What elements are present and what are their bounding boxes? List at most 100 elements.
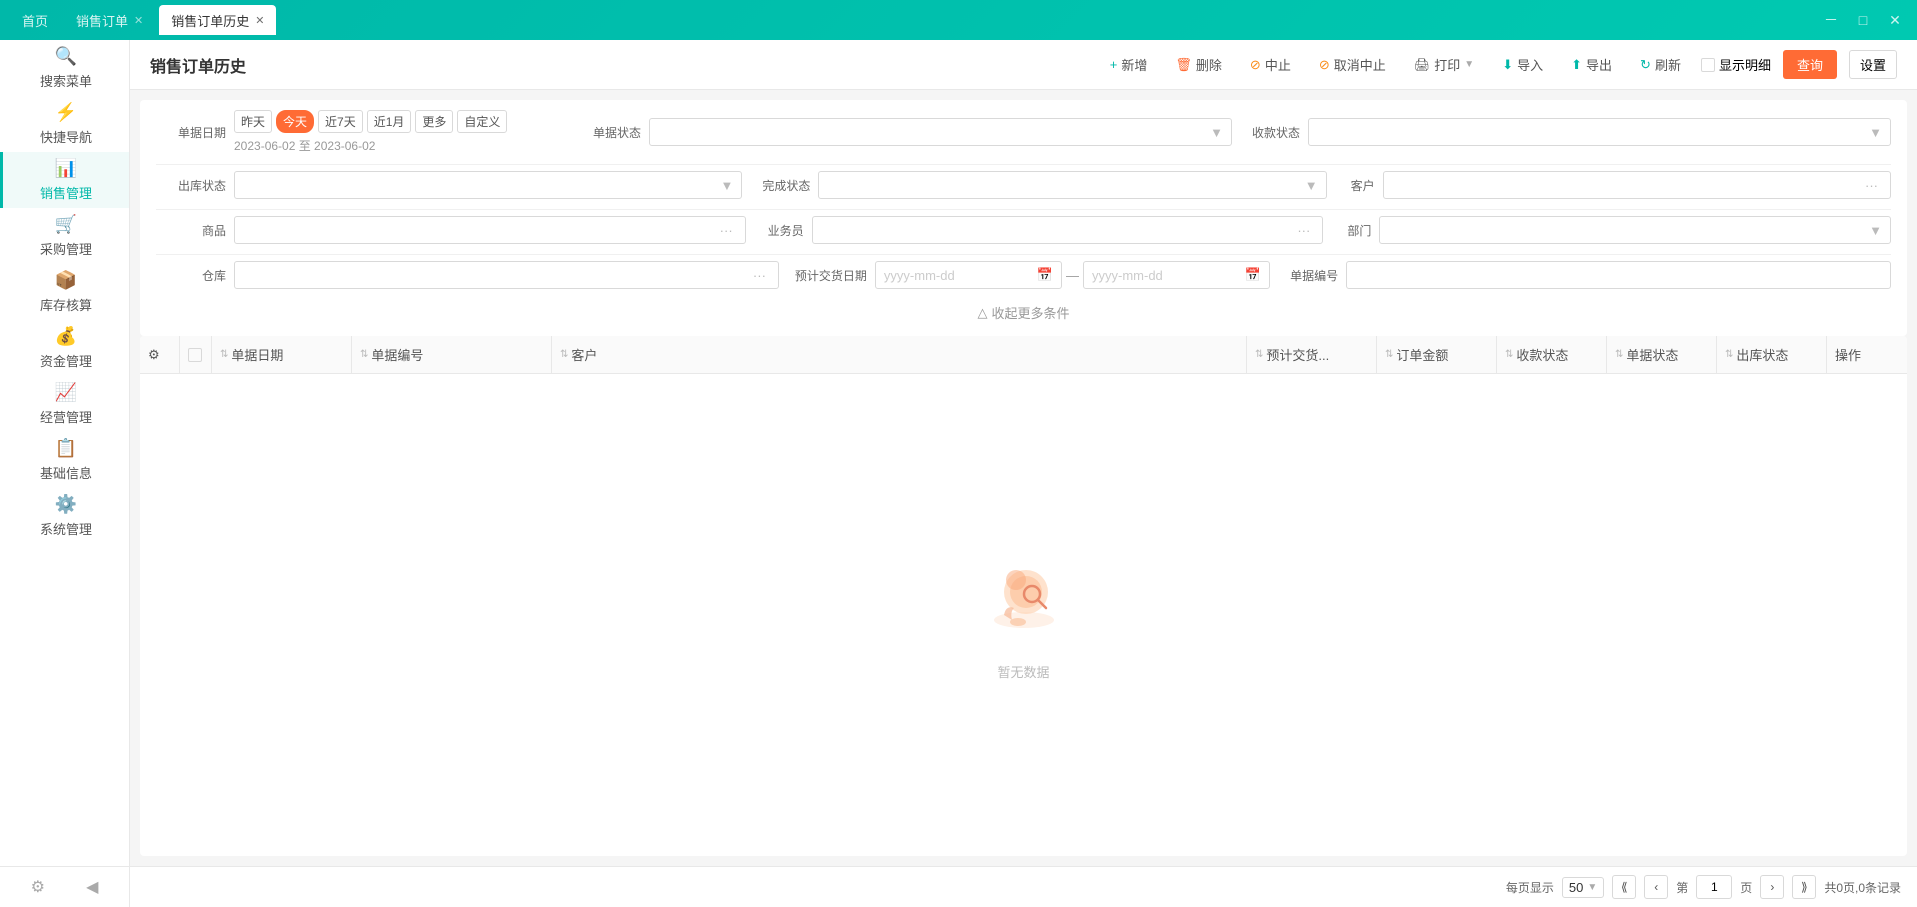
date-start-calendar-icon[interactable]: 📅 <box>1037 267 1053 283</box>
sidebar-settings-icon[interactable]: ⚙ <box>31 877 45 897</box>
th-checkbox[interactable] <box>180 336 212 373</box>
sidebar-item-purchase[interactable]: 🛒 采购管理 <box>0 208 129 264</box>
import-button[interactable]: ⬇ 导入 <box>1494 51 1551 78</box>
bill-number-label: 单据编号 <box>1278 267 1338 284</box>
warehouse-input[interactable]: ··· <box>234 261 779 289</box>
export-button[interactable]: ⬆ 导出 <box>1563 51 1620 78</box>
sort-customer-icon[interactable]: ⇅ <box>560 349 568 360</box>
table-area: ⚙ ⇅ 单据日期 ⇅ 单据编号 ⇅ 客户 ⇅ <box>140 336 1907 856</box>
filter-row-4: 仓库 ··· 预计交货日期 yyyy-mm-dd 📅 — yyyy-mm-dd … <box>156 261 1891 289</box>
page-number-input[interactable] <box>1696 875 1732 899</box>
filter-row-2: 出库状态 ▼ 完成状态 ▼ 客户 ··· <box>156 171 1891 199</box>
sidebar-item-inventory[interactable]: 📦 库存核算 <box>0 264 129 320</box>
expected-date-start-input[interactable]: yyyy-mm-dd 📅 <box>875 261 1062 289</box>
bill-number-input[interactable] <box>1346 261 1891 289</box>
warehouse-dots-icon[interactable]: ··· <box>749 268 770 283</box>
sort-date-icon[interactable]: ⇅ <box>220 349 228 360</box>
page-size-select[interactable]: 50 ▼ <box>1562 877 1604 898</box>
th-settings[interactable]: ⚙ <box>140 336 180 373</box>
delete-button[interactable]: 🗑 删除 <box>1167 51 1230 78</box>
page-title: 销售订单历史 <box>150 53 246 77</box>
product-dots-icon[interactable]: ··· <box>716 223 737 238</box>
display-detail-checkbox[interactable]: 显示明细 <box>1701 55 1771 74</box>
sidebar-bottom: ⚙ ◀ <box>0 866 129 907</box>
sidebar-item-search[interactable]: 🔍 搜索菜单 <box>0 40 129 96</box>
search-menu-icon: 🔍 <box>55 46 77 67</box>
salesperson-input[interactable]: ··· <box>812 216 1324 244</box>
date-7days-btn[interactable]: 近7天 <box>318 110 363 133</box>
filter-area: 单据日期 昨天 今天 近7天 近1月 更多 自定义 2023-06-02 至 2… <box>140 100 1907 336</box>
refresh-icon: ↻ <box>1640 57 1651 73</box>
complete-status-input[interactable]: ▼ <box>818 171 1326 199</box>
expected-date-group: yyyy-mm-dd 📅 — yyyy-mm-dd 📅 <box>875 261 1270 289</box>
sidebar-item-system[interactable]: ⚙️ 系统管理 <box>0 488 129 544</box>
tab-sales-order-history[interactable]: 销售订单历史 ✕ <box>159 5 276 35</box>
date-1month-btn[interactable]: 近1月 <box>367 110 412 133</box>
system-icon: ⚙️ <box>55 494 77 515</box>
first-page-button[interactable]: ⟪ <box>1612 875 1636 899</box>
select-all-checkbox[interactable] <box>188 348 202 362</box>
checkbox-icon <box>1701 58 1715 72</box>
cancel-stop-button[interactable]: ⊘ 取消中止 <box>1311 51 1394 78</box>
settings-button[interactable]: 设置 <box>1849 50 1897 79</box>
query-button[interactable]: 查询 <box>1783 50 1837 79</box>
payment-status-input[interactable]: ▼ <box>1308 118 1891 146</box>
new-button[interactable]: + 新增 <box>1102 51 1156 78</box>
sort-warehouse-icon[interactable]: ⇅ <box>1725 349 1733 360</box>
product-input[interactable]: ··· <box>234 216 746 244</box>
department-label: 部门 <box>1331 222 1371 239</box>
next-page-button[interactable]: › <box>1760 875 1784 899</box>
warehouse-label: 仓库 <box>156 267 226 284</box>
refresh-button[interactable]: ↻ 刷新 <box>1632 51 1689 78</box>
quick-nav-icon: ⚡ <box>55 102 77 123</box>
close-button[interactable]: ✕ <box>1883 8 1907 32</box>
print-arrow-icon: ▼ <box>1464 59 1474 70</box>
close-tab-history[interactable]: ✕ <box>255 14 264 27</box>
last-page-button[interactable]: ⟫ <box>1792 875 1816 899</box>
bill-status-input[interactable]: ▼ <box>649 118 1232 146</box>
date-yesterday-btn[interactable]: 昨天 <box>234 110 272 133</box>
sidebar-item-sales[interactable]: 📊 销售管理 <box>0 152 129 208</box>
sort-billno-icon[interactable]: ⇅ <box>360 349 368 360</box>
print-icon: 🖨 <box>1414 57 1431 73</box>
warehouse-status-input[interactable]: ▼ <box>234 171 742 199</box>
expected-date-end-input[interactable]: yyyy-mm-dd 📅 <box>1083 261 1270 289</box>
sort-amount-icon[interactable]: ⇅ <box>1385 349 1393 360</box>
date-today-btn[interactable]: 今天 <box>276 110 314 133</box>
page-size-arrow: ▼ <box>1587 882 1597 893</box>
salesperson-dots-icon[interactable]: ··· <box>1293 223 1314 238</box>
department-input[interactable]: ▼ <box>1379 216 1891 244</box>
date-end-calendar-icon[interactable]: 📅 <box>1245 267 1261 283</box>
empty-text: 暂无数据 <box>997 662 1049 681</box>
sidebar-item-finance[interactable]: 💰 资金管理 <box>0 320 129 376</box>
complete-status-arrow: ▼ <box>1305 178 1318 193</box>
customer-input[interactable]: ··· <box>1383 171 1891 199</box>
total-records: 共0页,0条记录 <box>1824 879 1901 896</box>
settings-gear-icon: ⚙ <box>148 347 160 363</box>
th-payment-status: ⇅ 收款状态 <box>1497 336 1607 373</box>
date-more-btn[interactable]: 更多 <box>415 110 453 133</box>
sidebar-collapse-icon[interactable]: ◀ <box>86 877 98 897</box>
finance-icon: 💰 <box>55 326 77 347</box>
cancel-stop-icon: ⊘ <box>1319 57 1330 73</box>
minimize-button[interactable]: － <box>1819 8 1843 32</box>
main-layout: 🔍 搜索菜单 ⚡ 快捷导航 📊 销售管理 🛒 采购管理 📦 库存核算 💰 资金管… <box>0 40 1917 907</box>
close-tab-sales-order[interactable]: ✕ <box>134 14 143 27</box>
maximize-button[interactable]: □ <box>1851 8 1875 32</box>
sidebar-item-basic-info[interactable]: 📋 基础信息 <box>0 432 129 488</box>
tab-home[interactable]: 首页 <box>10 5 60 35</box>
date-custom-btn[interactable]: 自定义 <box>457 110 507 133</box>
sort-bill-status-icon[interactable]: ⇅ <box>1615 349 1623 360</box>
print-button[interactable]: 🖨 打印 ▼ <box>1406 51 1482 78</box>
prev-page-button[interactable]: ‹ <box>1644 875 1668 899</box>
sidebar-item-quick-nav[interactable]: ⚡ 快捷导航 <box>0 96 129 152</box>
date-label: 单据日期 <box>156 124 226 141</box>
stop-button[interactable]: ⊘ 中止 <box>1242 51 1299 78</box>
tab-sales-order[interactable]: 销售订单 ✕ <box>64 5 155 35</box>
sidebar-item-management[interactable]: 📈 经营管理 <box>0 376 129 432</box>
sort-payment-icon[interactable]: ⇅ <box>1505 349 1513 360</box>
sort-expected-icon[interactable]: ⇅ <box>1255 349 1263 360</box>
customer-dots-icon[interactable]: ··· <box>1861 178 1882 193</box>
stop-icon: ⊘ <box>1250 57 1261 73</box>
collapse-bar[interactable]: △ 收起更多条件 <box>156 299 1891 326</box>
